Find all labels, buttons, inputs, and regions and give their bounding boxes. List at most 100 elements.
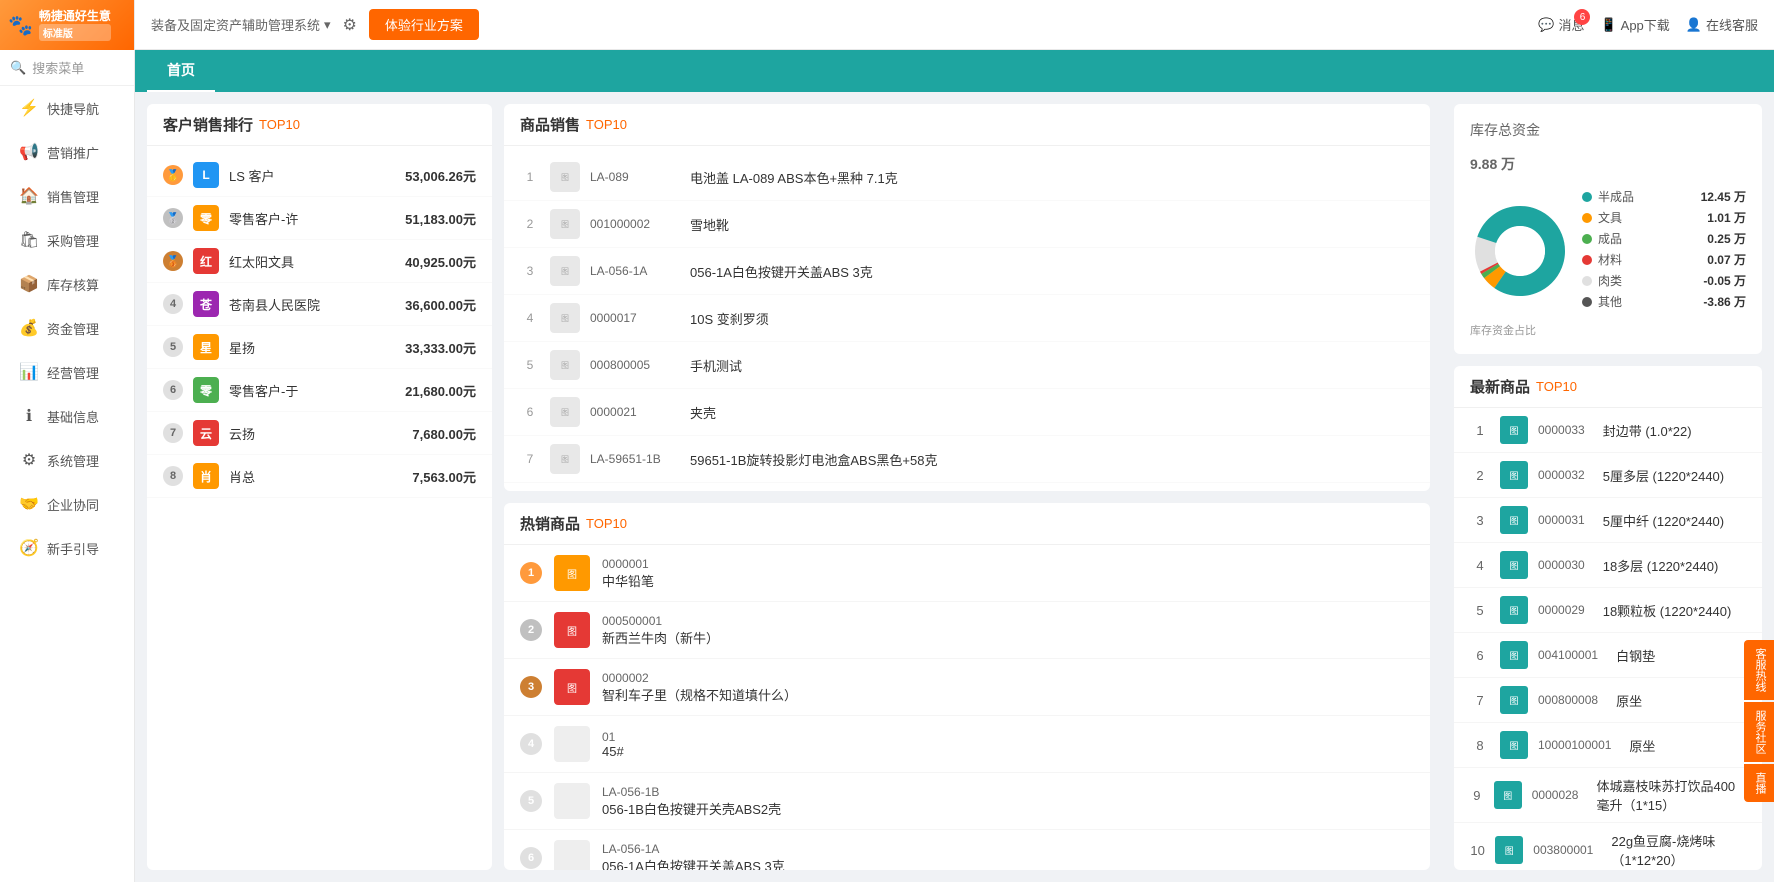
sidebar-item-sales[interactable]: 🏠 销售管理 [0,174,134,218]
sidebar-item-shortcuts[interactable]: ⚡ 快捷导航 [0,86,134,130]
hot-rank-number: 6 [520,847,542,869]
hot-product-info: 01 45# [602,730,624,759]
product-code: 000800005 [590,358,680,372]
float-service: 客服热线 服务社区 直播 [1744,640,1774,802]
product-rank-num: 7 [520,452,540,466]
product-rank-num: 3 [520,264,540,278]
float-btn-live[interactable]: 直播 [1744,764,1774,802]
customer-ranking-item: 8 肖 肖总 7,563.00元 [147,455,492,498]
legend-value: -3.86 万 [1703,293,1746,310]
search-label: 搜索菜单 [32,58,84,77]
main-area: 装备及固定资产辅助管理系统 ▾ ⚙ 体验行业方案 💬 消息 6 📱 App下载 … [135,0,1774,882]
customer-name: 红太阳文具 [229,252,395,271]
hot-products-badge: TOP10 [586,516,627,531]
legend-item: 半成品 12.45 万 [1582,188,1746,205]
product-name: 夹壳 [690,403,716,422]
sidebar-item-label: 系统管理 [47,451,99,470]
customer-ranking-header: 客户销售排行 TOP10 [147,104,492,146]
customer-ranking-item: 6 零 零售客户-于 21,680.00元 [147,369,492,412]
legend-dot [1582,192,1592,202]
customer-ranking-item: 🥇 L LS 客户 53,006.26元 [147,154,492,197]
trial-plan-button[interactable]: 体验行业方案 [369,9,479,40]
new-product-rank: 6 [1470,648,1490,663]
hot-product-name: 智利车子里（规格不知道填什么） [602,685,797,704]
hot-product-info: 0000001 中华铅笔 [602,557,654,590]
product-sales-item: 6 图 0000021 夹壳 [504,389,1430,436]
customer-amount: 7,563.00元 [412,467,476,486]
inventory-legend: 半成品 12.45 万 文具 1.01 万 成品 0.25 万 材料 0.07 … [1582,188,1746,314]
new-product-name: 体城嘉枝味苏打饮品400毫升（1*15） [1596,776,1746,814]
float-btn-community[interactable]: 服务社区 [1744,702,1774,762]
sidebar-item-label: 企业协同 [47,495,99,514]
hot-products-title: 热销商品 [520,513,580,534]
new-products-badge: TOP10 [1536,379,1577,394]
new-products-header: 最新商品 TOP10 [1454,366,1762,408]
legend-label: 半成品 [1598,188,1695,205]
legend-dot [1582,276,1592,286]
hot-product-code: 0000001 [602,557,654,571]
online-service-button[interactable]: 👤 在线客服 [1686,15,1758,34]
inventory-chart-area: 半成品 12.45 万 文具 1.01 万 成品 0.25 万 材料 0.07 … [1470,188,1746,314]
hot-rank-number: 4 [520,733,542,755]
sidebar-search[interactable]: 🔍 搜索菜单 [0,50,134,86]
hot-product-code: LA-056-1A [602,842,785,856]
topbar: 装备及固定资产辅助管理系统 ▾ ⚙ 体验行业方案 💬 消息 6 📱 App下载 … [135,0,1774,50]
sidebar-item-label: 经营管理 [47,363,99,382]
hot-product-item: 3 图 0000002 智利车子里（规格不知道填什么） [504,659,1430,716]
inventory-amount-value: 9.88 [1470,156,1497,172]
settings-icon[interactable]: ⚙ [343,15,357,35]
product-code: 001000002 [590,217,680,231]
new-products-list: 1 图 0000033 封边带 (1.0*22) 2 图 0000032 5厘多… [1454,408,1762,870]
new-product-code: 0000031 [1538,513,1585,527]
rank-number: 🥇 [163,165,183,185]
product-img-placeholder: 图 [550,444,580,474]
hot-product-code: 000500001 [602,614,719,628]
sidebar-item-guide[interactable]: 🧭 新手引导 [0,526,134,570]
new-product-img: 图 [1500,506,1528,534]
legend-dot [1582,234,1592,244]
legend-item: 其他 -3.86 万 [1582,293,1746,310]
sidebar-item-collab[interactable]: 🤝 企业协同 [0,482,134,526]
hot-product-name: 056-1B白色按键开关壳ABS2壳 [602,799,781,818]
sidebar-item-marketing[interactable]: 📢 营销推广 [0,130,134,174]
customer-avatar: 零 [193,205,219,231]
float-btn-hotline[interactable]: 客服热线 [1744,640,1774,700]
rank-number: 6 [163,380,183,400]
tab-home[interactable]: 首页 [147,50,215,92]
new-product-code: 003800001 [1533,843,1593,857]
new-product-item: 2 图 0000032 5厘多层 (1220*2440) [1454,453,1762,498]
topbar-right-actions: 💬 消息 6 📱 App下载 👤 在线客服 [1538,15,1758,34]
customer-ranking-card: 客户销售排行 TOP10 🥇 L LS 客户 53,006.26元 🥈 零 零售… [147,104,492,870]
hot-product-img-placeholder [554,783,590,819]
sidebar-item-basic-info[interactable]: ℹ 基础信息 [0,394,134,438]
notification-button[interactable]: 💬 消息 6 [1538,15,1584,34]
sidebar-item-inventory[interactable]: 📦 库存核算 [0,262,134,306]
sidebar-item-system[interactable]: ⚙ 系统管理 [0,438,134,482]
collab-icon: 🤝 [19,494,39,514]
customer-ranking-item: 4 苍 苍南县人民医院 36,600.00元 [147,283,492,326]
customer-ranking-item: 🥈 零 零售客户-许 51,183.00元 [147,197,492,240]
new-product-name: 5厘多层 (1220*2440) [1603,466,1724,485]
product-sales-item: 7 图 LA-59651-1B 59651-1B旋转投影灯电池盒ABS黑色+58… [504,436,1430,483]
customer-avatar: 苍 [193,291,219,317]
inventory-amount: 9.88 万 [1470,148,1746,176]
product-sales-header: 商品销售 TOP10 [504,104,1430,146]
sidebar-item-operations[interactable]: 📊 经营管理 [0,350,134,394]
sidebar-item-finance[interactable]: 💰 资金管理 [0,306,134,350]
legend-dot [1582,255,1592,265]
app-download-button[interactable]: 📱 App下载 [1600,15,1669,34]
legend-item: 材料 0.07 万 [1582,251,1746,268]
system-title-dropdown[interactable]: 装备及固定资产辅助管理系统 ▾ [151,15,331,34]
basic-info-icon: ℹ [19,406,39,426]
customer-name: 云扬 [229,424,402,443]
rank-number: 🥉 [163,251,183,271]
hot-product-info: 000500001 新西兰牛肉（新牛） [602,614,719,647]
customer-ranking-title: 客户销售排行 [163,114,253,135]
new-product-name: 封边带 (1.0*22) [1603,421,1692,440]
hot-product-info: 0000002 智利车子里（规格不知道填什么） [602,671,797,704]
sidebar-item-purchase[interactable]: 🛍 采购管理 [0,218,134,262]
product-name: 电池盖 LA-089 ABS本色+黑种 7.1克 [690,168,898,187]
legend-value: 12.45 万 [1701,188,1746,205]
hot-product-item: 2 图 000500001 新西兰牛肉（新牛） [504,602,1430,659]
hot-product-item: 1 图 0000001 中华铅笔 [504,545,1430,602]
